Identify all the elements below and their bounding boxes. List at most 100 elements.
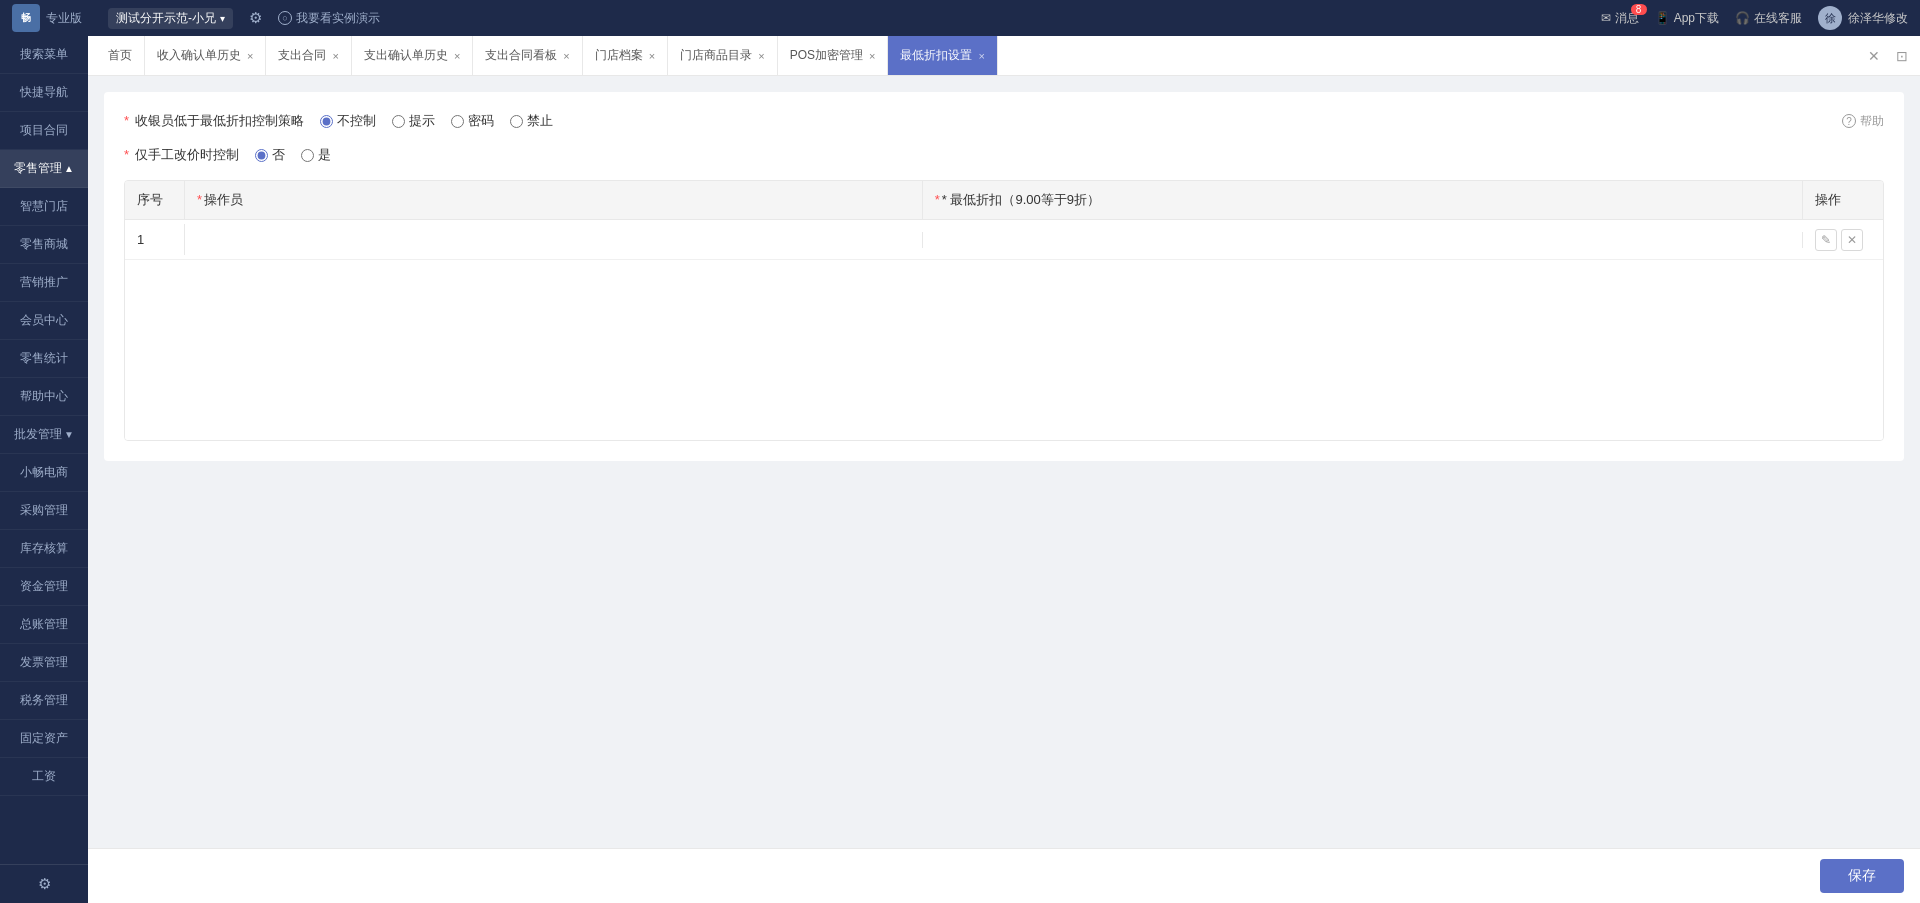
customer-service-tool[interactable]: 🎧 在线客服 xyxy=(1735,10,1802,27)
policy-radio-3[interactable] xyxy=(510,115,523,128)
project-selector[interactable]: 测试分开示范-小兄 ▾ xyxy=(108,8,233,29)
sidebar-item-6[interactable]: 营销推广 xyxy=(0,264,88,302)
cell-seq-0: 1 xyxy=(125,224,185,255)
main-layout: 搜索菜单快捷导航项目合同零售管理▲智慧门店零售商城营销推广会员中心零售统计帮助中… xyxy=(0,36,1920,903)
tab-0[interactable]: 首页 xyxy=(96,36,145,76)
manual-radio-0[interactable] xyxy=(255,149,268,162)
tab-bar: 首页收入确认单历史×支出合同×支出确认单历史×支出合同看板×门店档案×门店商品目… xyxy=(88,36,1920,76)
manual-radio-1[interactable] xyxy=(301,149,314,162)
logo-icon: 畅 xyxy=(12,4,40,32)
avatar: 徐 xyxy=(1818,6,1842,30)
sidebar-item-16[interactable]: 发票管理 xyxy=(0,644,88,682)
policy-option-1[interactable]: 提示 xyxy=(392,112,435,130)
policy-label: * 收银员低于最低折扣控制策略 xyxy=(124,112,304,130)
sidebar-item-19[interactable]: 工资 xyxy=(0,758,88,796)
tab-1[interactable]: 收入确认单历史× xyxy=(145,36,266,76)
cell-discount-0 xyxy=(923,232,1803,248)
sidebar-item-7[interactable]: 会员中心 xyxy=(0,302,88,340)
sidebar-item-1[interactable]: 快捷导航 xyxy=(0,74,88,112)
manual-option-0[interactable]: 否 xyxy=(255,146,285,164)
tab-label-0: 首页 xyxy=(108,47,132,64)
tab-3[interactable]: 支出确认单历史 × xyxy=(352,36,473,76)
sidebar-item-14[interactable]: 资金管理 xyxy=(0,568,88,606)
col-discount-header: * 最低折扣（9.00等于9折） xyxy=(923,181,1803,219)
help-link[interactable]: ? 帮助 xyxy=(1842,113,1884,130)
sidebar-item-9[interactable]: 帮助中心 xyxy=(0,378,88,416)
sidebar-item-12[interactable]: 采购管理 xyxy=(0,492,88,530)
manual-option-1[interactable]: 是 xyxy=(301,146,331,164)
sidebar-item-0[interactable]: 搜索菜单 xyxy=(0,36,88,74)
tab-close-icon-2[interactable]: × xyxy=(332,50,338,62)
table-empty-area xyxy=(125,260,1883,440)
tab-close-icon-5[interactable]: × xyxy=(649,50,655,62)
policy-row: * 收银员低于最低折扣控制策略 不控制 提示 密码 禁止 ? 帮助 xyxy=(124,112,1884,130)
policy-radio-0[interactable] xyxy=(320,115,333,128)
tab-5[interactable]: 门店档案× xyxy=(583,36,668,76)
settings-form-card: * 收银员低于最低折扣控制策略 不控制 提示 密码 禁止 ? 帮助 * 仅手工改价时控… xyxy=(104,92,1904,461)
user-menu[interactable]: 徐 徐泽华修改 xyxy=(1818,6,1908,30)
save-button[interactable]: 保存 xyxy=(1820,859,1904,893)
manual-row: * 仅手工改价时控制 否是 xyxy=(124,146,1884,164)
message-badge: 8 xyxy=(1631,4,1647,15)
policy-option-label-1: 提示 xyxy=(409,112,435,130)
manual-label: * 仅手工改价时控制 xyxy=(124,146,239,164)
demo-circle-icon: ○ xyxy=(278,11,292,25)
app-download-label: App下载 xyxy=(1674,10,1719,27)
col-seq-header: 序号 xyxy=(125,181,185,219)
table-body: 1 ✎✕ xyxy=(125,220,1883,260)
policy-radio-group: 不控制 提示 密码 禁止 xyxy=(320,112,553,130)
sidebar-item-13[interactable]: 库存核算 xyxy=(0,530,88,568)
tab-close-icon-1[interactable]: × xyxy=(247,50,253,62)
sidebar-item-11[interactable]: 小畅电商 xyxy=(0,454,88,492)
tab-label-3: 支出确认单历史 xyxy=(364,47,448,64)
col-operator-header: 操作员 xyxy=(185,181,923,219)
close-tab-icon[interactable]: ✕ xyxy=(1864,46,1884,66)
delete-row-button-0[interactable]: ✕ xyxy=(1841,229,1863,251)
demo-link[interactable]: ○ 我要看实例演示 xyxy=(278,10,380,27)
sidebar-item-15[interactable]: 总账管理 xyxy=(0,606,88,644)
tab-6[interactable]: 门店商品目录× xyxy=(668,36,777,76)
sidebar-item-4[interactable]: 智慧门店 xyxy=(0,188,88,226)
app-edition: 专业版 xyxy=(46,10,82,27)
message-tool[interactable]: ✉ 消息 8 xyxy=(1601,10,1639,27)
sidebar-settings-button[interactable]: ⚙ xyxy=(0,864,88,903)
tab-2[interactable]: 支出合同 × xyxy=(266,36,351,76)
tab-label-8: 最低折扣设置 xyxy=(900,47,972,64)
headset-icon: 🎧 xyxy=(1735,11,1750,25)
col-actions-header: 操作 xyxy=(1803,181,1883,219)
policy-option-0[interactable]: 不控制 xyxy=(320,112,376,130)
tab-label-2: 支出合同 xyxy=(278,47,326,64)
sidebar-item-3[interactable]: 零售管理▲ xyxy=(0,150,88,188)
sidebar-item-18[interactable]: 固定资产 xyxy=(0,720,88,758)
sidebar-item-2[interactable]: 项目合同 xyxy=(0,112,88,150)
tab-close-icon-7[interactable]: × xyxy=(869,50,875,62)
sidebar-item-8[interactable]: 零售统计 xyxy=(0,340,88,378)
policy-radio-2[interactable] xyxy=(451,115,464,128)
sidebar-item-10[interactable]: 批发管理▼ xyxy=(0,416,88,454)
tab-close-icon-3[interactable]: × xyxy=(454,50,460,62)
tab-4[interactable]: 支出合同看板× xyxy=(473,36,582,76)
policy-option-label-3: 禁止 xyxy=(527,112,553,130)
policy-radio-1[interactable] xyxy=(392,115,405,128)
tab-actions: ✕ ⊡ xyxy=(1864,46,1912,66)
tab-close-icon-6[interactable]: × xyxy=(758,50,764,62)
sidebar-arrow-icon-3: ▲ xyxy=(64,163,74,174)
policy-option-label-2: 密码 xyxy=(468,112,494,130)
user-name: 徐泽华修改 xyxy=(1848,10,1908,27)
manual-option-label-0: 否 xyxy=(272,146,285,164)
maximize-tab-icon[interactable]: ⊡ xyxy=(1892,46,1912,66)
sidebar-item-17[interactable]: 税务管理 xyxy=(0,682,88,720)
manual-radio-group: 否是 xyxy=(255,146,331,164)
policy-option-2[interactable]: 密码 xyxy=(451,112,494,130)
chevron-down-icon: ▾ xyxy=(220,13,225,24)
app-download-tool[interactable]: 📱 App下载 xyxy=(1655,10,1719,27)
tab-8[interactable]: 最低折扣设置 × xyxy=(888,36,997,76)
topbar-settings-icon[interactable]: ⚙ xyxy=(249,9,262,27)
tab-close-icon-8[interactable]: × xyxy=(978,50,984,62)
policy-option-3[interactable]: 禁止 xyxy=(510,112,553,130)
tab-close-icon-4[interactable]: × xyxy=(563,50,569,62)
tab-7[interactable]: POS加密管理× xyxy=(778,36,889,76)
edit-row-button-0[interactable]: ✎ xyxy=(1815,229,1837,251)
discount-table: 序号 操作员 * 最低折扣（9.00等于9折） 操作 1 ✎✕ xyxy=(124,180,1884,441)
sidebar-item-5[interactable]: 零售商城 xyxy=(0,226,88,264)
